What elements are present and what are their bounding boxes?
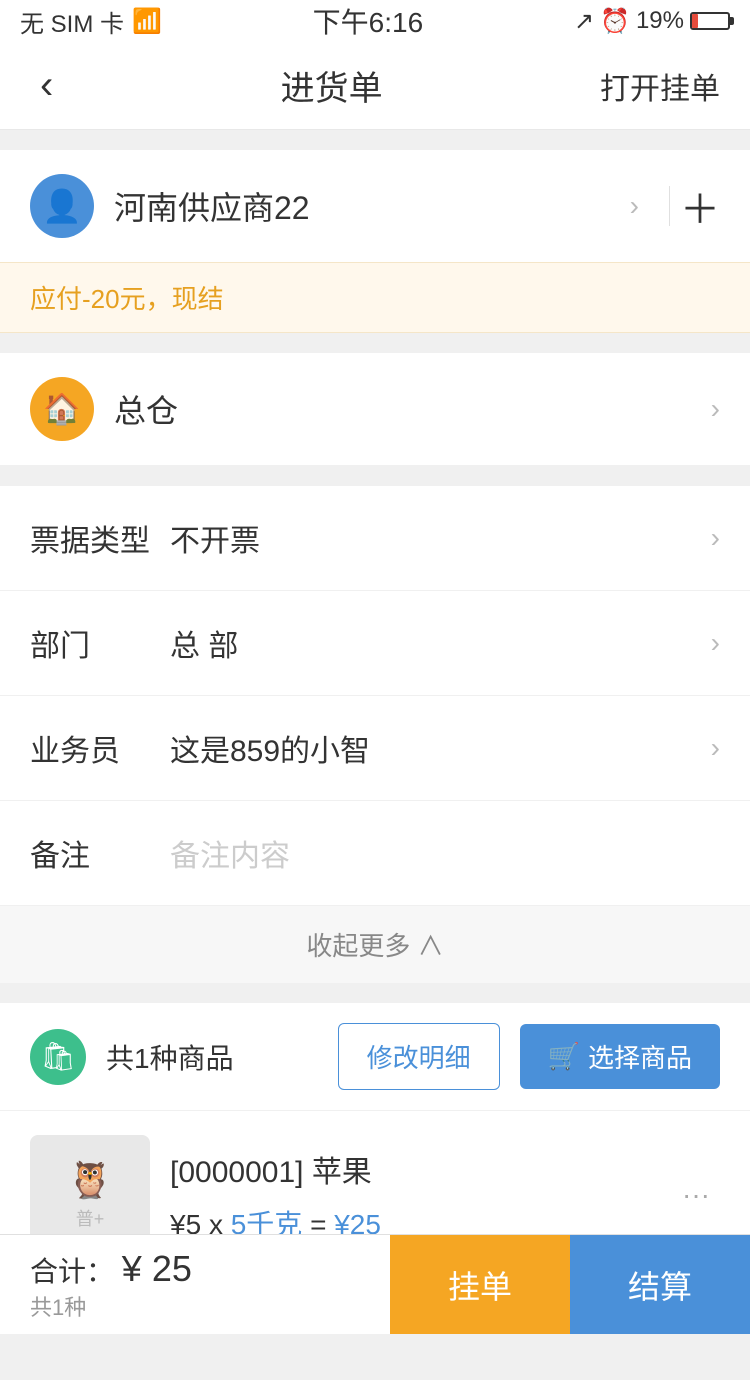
invoice-type-row[interactable]: 票据类型 不开票 › [0,486,750,591]
invoice-type-label: 票据类型 [30,516,170,560]
avatar-icon: 👤 [42,187,82,225]
status-time: 下午6:16 [313,1,424,41]
supplier-avatar: 👤 [30,174,94,238]
product-info: [0000001] 苹果 ¥5 x 5千克 = ¥25 [170,1147,652,1243]
footer-total-line: 合计： ¥ 25 [30,1248,360,1290]
status-bar-right: ↗ ⏰ 19% [574,7,730,36]
section-divider-2 [0,333,750,353]
supplier-divider [669,186,670,226]
battery-text: 19% [636,7,684,35]
warehouse-icon: 🏠 [30,377,94,441]
supplier-chevron-icon: › [630,190,639,222]
collapse-bar[interactable]: 收起更多 ∧ [0,906,750,983]
department-value: 总 部 [170,621,701,665]
open-hang-button[interactable]: 打开挂单 [600,64,720,108]
back-button[interactable]: ‹ [30,53,63,118]
product-header-icon: 🛍 [30,1029,86,1085]
more-options-icon[interactable]: ··· [672,1169,720,1221]
total-amount: ¥ 25 [122,1248,192,1289]
footer-count: 共1种 [30,1290,360,1322]
remark-input[interactable]: 备注内容 [170,831,720,875]
product-count: 共1种商品 [106,1037,318,1077]
status-bar: 无 SIM 卡 📶 下午6:16 ↗ ⏰ 19% [0,0,750,42]
edit-detail-button[interactable]: 修改明细 [338,1023,500,1090]
warehouse-name: 总仓 [114,386,701,432]
department-chevron-icon: › [711,627,720,659]
section-divider-4 [0,983,750,1003]
alarm-icon: ⏰ [600,7,630,36]
location-icon: ↗ [574,7,594,36]
wifi-icon: 📶 [132,7,162,36]
cart-icon: 🛒 [548,1041,580,1072]
supplier-name: 河南供应商22 [114,183,630,229]
department-label: 部门 [30,621,170,665]
remark-row[interactable]: 备注 备注内容 [0,801,750,906]
owl-icon: 🦉 [68,1159,113,1201]
product-header: 🛍 共1种商品 修改明细 🛒 选择商品 [0,1003,750,1111]
add-icon[interactable]: ＋ [680,177,720,235]
product-apple: 苹果 [312,1156,372,1189]
salesperson-chevron-icon: › [711,732,720,764]
notice-bar: 应付-20元，现结 [0,262,750,333]
total-label: 合计： [30,1256,114,1287]
section-divider-1 [0,130,750,150]
remark-label: 备注 [30,831,170,875]
warehouse-row[interactable]: 🏠 总仓 › [0,353,750,466]
invoice-type-value: 不开票 [170,516,701,560]
nav-bar: ‹ 进货单 打开挂单 [0,42,750,130]
page-title: 进货单 [281,61,383,110]
product-name: [0000001] 苹果 [170,1147,652,1191]
bag-icon: 🛍 [40,1040,76,1073]
supplier-section: 👤 河南供应商22 › ＋ 应付-20元，现结 [0,150,750,333]
settle-button[interactable]: 结算 [570,1235,750,1334]
select-product-button[interactable]: 🛒 选择商品 [520,1024,720,1089]
footer: 合计： ¥ 25 共1种 挂单 结算 [0,1234,750,1334]
product-code: [0000001] [170,1156,303,1189]
footer-total: 合计： ¥ 25 共1种 [0,1235,390,1334]
department-row[interactable]: 部门 总 部 › [0,591,750,696]
hang-button[interactable]: 挂单 [390,1235,570,1334]
supplier-row[interactable]: 👤 河南供应商22 › ＋ [0,150,750,262]
carrier-text: 无 SIM 卡 [20,4,124,39]
battery-icon [690,12,730,30]
status-bar-left: 无 SIM 卡 📶 [20,4,162,39]
salesperson-label: 业务员 [30,726,170,770]
form-section: 票据类型 不开票 › 部门 总 部 › 业务员 这是859的小智 › 备注 备注… [0,486,750,906]
section-divider-3 [0,466,750,486]
thumb-label: 普+ [76,1205,105,1231]
invoice-type-chevron-icon: › [711,522,720,554]
warehouse-chevron-icon: › [711,393,720,425]
salesperson-value: 这是859的小智 [170,726,701,770]
salesperson-row[interactable]: 业务员 这是859的小智 › [0,696,750,801]
warehouse-section: 🏠 总仓 › [0,353,750,466]
select-product-label: 选择商品 [588,1038,692,1075]
